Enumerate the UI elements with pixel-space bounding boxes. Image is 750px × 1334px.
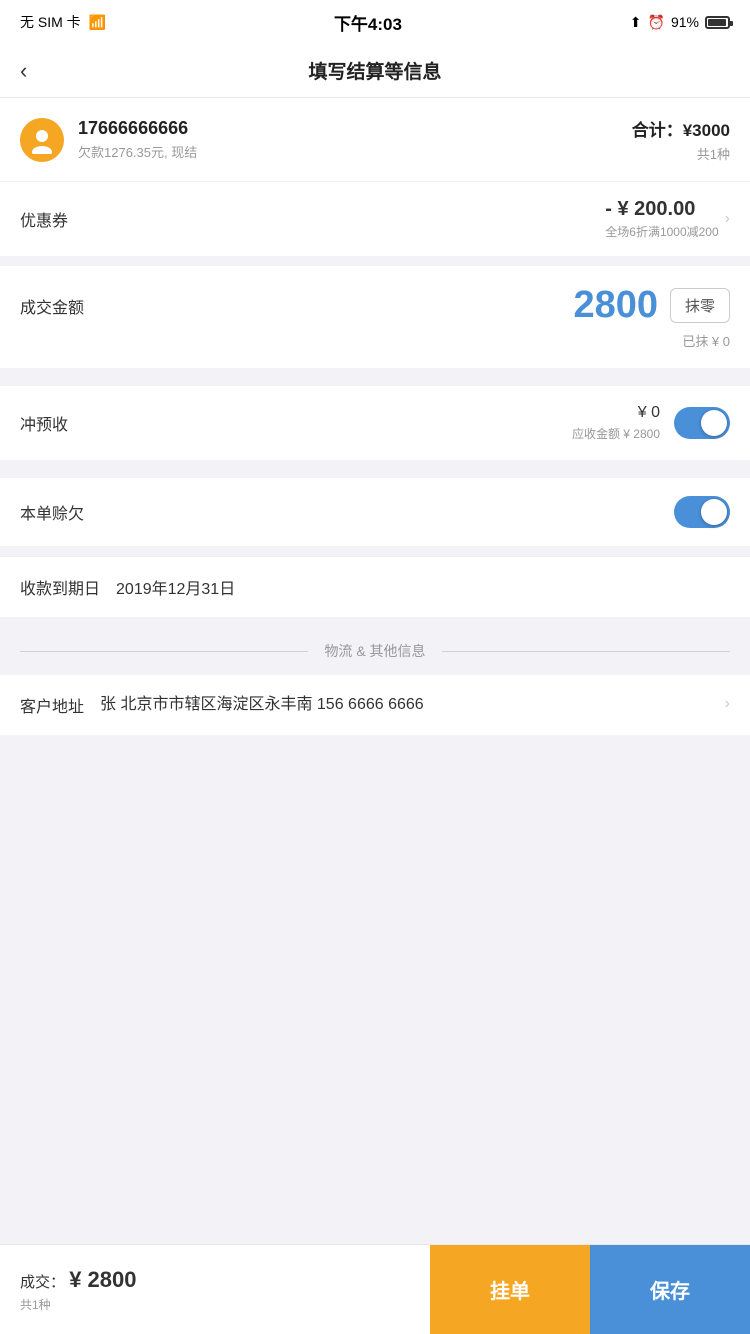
duedate-label: 收款到期日 bbox=[20, 575, 100, 599]
nav-bar: ‹ 填写结算等信息 bbox=[0, 44, 750, 98]
chong-toggle[interactable] bbox=[674, 407, 730, 439]
total-count: 共1种 bbox=[632, 144, 730, 163]
chong-row: 冲预收 ¥ 0 应收金额 ¥ 2800 bbox=[20, 404, 730, 442]
wifi-icon: 📶 bbox=[89, 14, 106, 31]
logistics-divider: 物流 & 其他信息 bbox=[0, 627, 750, 675]
owe-toggle-knob bbox=[701, 499, 727, 525]
total-amount: 合计：¥3000 bbox=[632, 116, 730, 141]
chong-label: 冲预收 bbox=[20, 411, 68, 435]
bottom-summary: 成交： ¥ 2800 共1种 bbox=[0, 1267, 430, 1313]
round-button[interactable]: 抹零 bbox=[670, 288, 730, 323]
chong-receivable: 应收金额 ¥ 2800 bbox=[572, 425, 660, 442]
divider-line-right bbox=[442, 651, 730, 652]
logistics-text: 物流 & 其他信息 bbox=[324, 641, 425, 661]
address-label: 客户地址 bbox=[20, 693, 84, 717]
customer-phone: 17666666666 bbox=[78, 118, 197, 139]
address-section[interactable]: 客户地址 张 北京市市辖区海淀区永丰南 156 6666 6666 › bbox=[0, 675, 750, 735]
bottom-deal-row: 成交： ¥ 2800 bbox=[20, 1267, 410, 1293]
status-right: ⬆ ⏰ 91% bbox=[630, 14, 730, 31]
customer-row: 17666666666 欠款1276.35元, 现结 合计：¥3000 共1种 bbox=[0, 98, 750, 181]
coupon-desc: 全场6折满1000减200 bbox=[605, 223, 718, 240]
back-button[interactable]: ‹ bbox=[20, 50, 35, 92]
location-icon: ⬆ bbox=[630, 14, 642, 31]
bottom-bar: 成交： ¥ 2800 共1种 挂单 保存 bbox=[0, 1244, 750, 1334]
deal-amount-label: 成交金额 bbox=[20, 294, 84, 318]
chong-amount: ¥ 0 bbox=[572, 404, 660, 422]
deal-amount-section: 成交金额 2800 抹零 已抹 ¥ 0 bbox=[0, 266, 750, 368]
empty-space bbox=[0, 735, 750, 855]
duedate-section: 收款到期日 2019年12月31日 bbox=[0, 556, 750, 617]
save-button[interactable]: 保存 bbox=[590, 1245, 750, 1334]
coupon-label: 优惠券 bbox=[20, 207, 68, 231]
page-title: 填写结算等信息 bbox=[308, 57, 441, 84]
owe-label: 本单赊欠 bbox=[20, 500, 84, 524]
owe-toggle[interactable] bbox=[674, 496, 730, 528]
deal-amount-value: 2800 bbox=[573, 284, 658, 327]
coupon-amount: - ¥ 200.00 bbox=[605, 198, 718, 221]
battery-icon bbox=[705, 16, 730, 29]
bottom-deal-amount: ¥ 2800 bbox=[69, 1267, 136, 1292]
alarm-icon: ⏰ bbox=[648, 14, 665, 31]
main-content: 17666666666 欠款1276.35元, 现结 合计：¥3000 共1种 … bbox=[0, 98, 750, 945]
customer-note: 欠款1276.35元, 现结 bbox=[78, 142, 197, 161]
customer-section: 17666666666 欠款1276.35元, 现结 合计：¥3000 共1种 … bbox=[0, 98, 750, 256]
status-time: 下午4:03 bbox=[334, 10, 402, 35]
amount-row: 成交金额 2800 抹零 bbox=[20, 284, 730, 327]
toggle-knob bbox=[701, 410, 727, 436]
coupon-chevron-icon: › bbox=[725, 210, 730, 228]
hang-button[interactable]: 挂单 bbox=[430, 1245, 590, 1334]
amount-sub: 已抹 ¥ 0 bbox=[20, 331, 730, 350]
chong-section: 冲预收 ¥ 0 应收金额 ¥ 2800 bbox=[0, 378, 750, 460]
divider-line-left bbox=[20, 651, 308, 652]
status-left: 无 SIM 卡 📶 bbox=[20, 12, 106, 32]
bottom-deal-prefix: 成交： bbox=[20, 1274, 65, 1291]
no-sim-text: 无 SIM 卡 bbox=[20, 12, 81, 32]
coupon-row[interactable]: 优惠券 - ¥ 200.00 全场6折满1000减200 › bbox=[0, 181, 750, 256]
avatar bbox=[20, 118, 64, 162]
address-value: 张 北京市市辖区海淀区永丰南 156 6666 6666 bbox=[100, 693, 709, 717]
status-bar: 无 SIM 卡 📶 下午4:03 ⬆ ⏰ 91% bbox=[0, 0, 750, 44]
owe-section: 本单赊欠 bbox=[0, 470, 750, 546]
battery-percent: 91% bbox=[671, 14, 699, 30]
bottom-count: 共1种 bbox=[20, 1296, 410, 1313]
address-chevron-icon: › bbox=[725, 695, 730, 713]
duedate-value: 2019年12月31日 bbox=[116, 575, 235, 599]
